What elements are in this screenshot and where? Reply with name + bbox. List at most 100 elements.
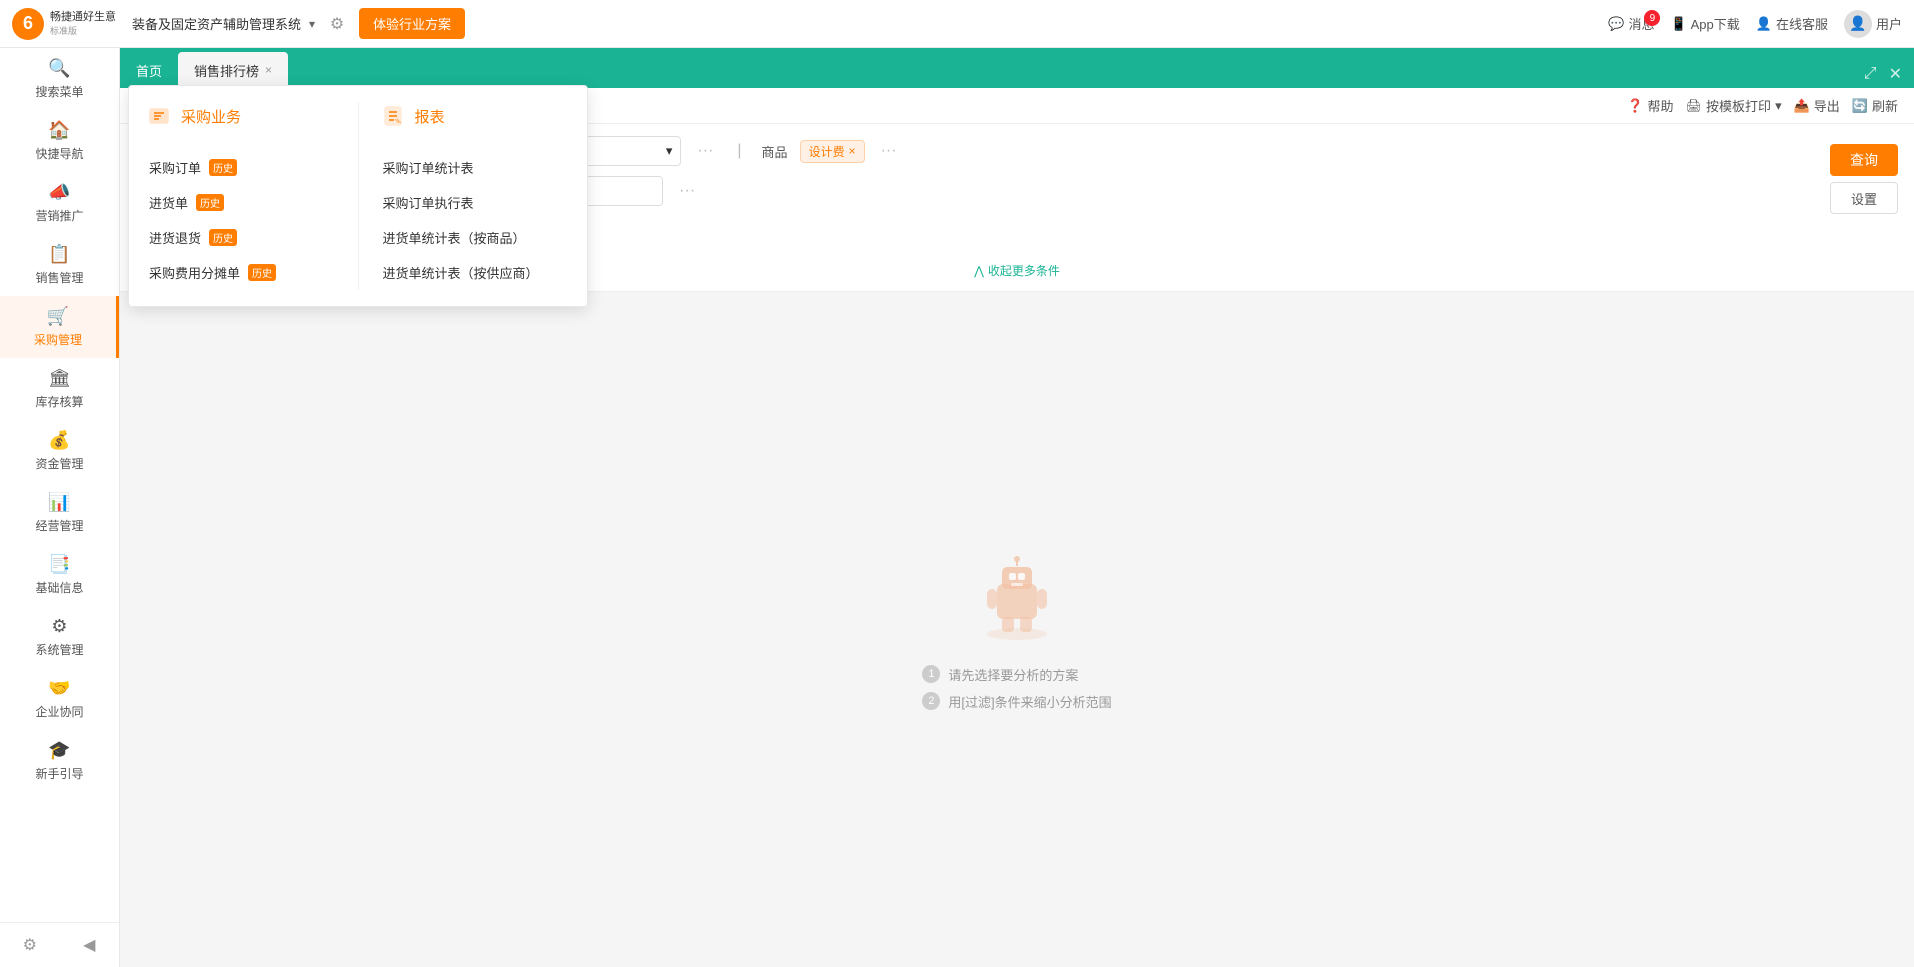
sidebar-item-operations[interactable]: 📊 经营管理 [0,482,119,544]
goods-tag: 设计费 × [800,140,865,163]
tip2-num: 2 [922,692,940,710]
sidebar: 🔍 搜索菜单 🏠 快捷导航 📣 营销推广 📋 销售管理 🛒 采购管理 🏛 库存核… [0,48,120,967]
sidebar-item-finance[interactable]: 💰 资金管理 [0,420,119,482]
salesman-dots[interactable]: ··· [675,182,699,200]
industry-btn[interactable]: 体验行业方案 [359,8,465,39]
header-middle: 装备及固定资产辅助管理系统 ▾ ⚙ 体验行业方案 [132,8,1608,39]
help-icon: ❓ [1627,98,1643,114]
system-title: 装备及固定资产辅助管理系统 [132,14,301,33]
settings-btn[interactable]: 设置 [1830,182,1898,214]
query-area: 查询 设置 [1830,144,1898,214]
dropdown-item-purchase-exec[interactable]: 采购订单执行表 [379,185,572,220]
search-icon: 🔍 [48,58,70,79]
tab-bar: 首页 销售排行榜 × ⤢ ✕ [120,48,1914,88]
tab-controls: ⤢ ✕ [1852,60,1914,88]
sidebar-item-purchase[interactable]: 🛒 采购管理 [0,296,119,358]
dropdown-item-stock-in-by-goods[interactable]: 进货单统计表（按商品） [379,220,572,255]
system-icon: ⚙ [51,616,67,637]
history-badge-1: 历史 [196,194,224,211]
purchase-col-header: 采购业务 [145,102,338,138]
refresh-icon: 🔄 [1852,98,1868,114]
dropdown-item-stock-in-by-supplier[interactable]: 进货单统计表（按供应商） [379,255,572,290]
home-icon: 🏠 [48,120,70,141]
logo-name: 畅捷通好生意 [50,10,116,24]
status-dots[interactable]: ··· [693,142,717,160]
history-badge-3: 历史 [248,264,276,281]
report-col: 报表 采购订单统计表 采购订单执行表 进货单统计表（按商品） 进货单统计表（按供… [379,102,572,290]
tip1-text: 请先选择要分析的方案 [948,665,1078,684]
empty-tip-2: 2 用[过滤]条件来缩小分析范围 [922,692,1111,711]
tab-maximize-btn[interactable]: ⤢ [1860,61,1881,87]
menu-separator [358,102,359,290]
dropdown-item-cost-alloc[interactable]: 采购费用分摊单 历史 [145,255,338,290]
sidebar-item-marketing[interactable]: 📣 营销推广 [0,172,119,234]
messages-btn[interactable]: 💬 9 消息 [1608,14,1654,33]
user-area[interactable]: 👤 用户 [1844,10,1902,38]
collapse-btn[interactable]: ⋀ 收起更多条件 [974,262,1060,279]
goods-tag-close-btn[interactable]: × [849,144,856,158]
enterprise-icon: 🤝 [48,678,70,699]
sidebar-item-sales[interactable]: 📋 销售管理 [0,234,119,296]
phone-icon: 📱 [1670,16,1686,32]
sidebar-item-quick[interactable]: 🏠 快捷导航 [0,110,119,172]
empty-illustration [967,549,1067,649]
operations-icon: 📊 [48,492,70,513]
query-btn[interactable]: 查询 [1830,144,1898,176]
sales-icon: 📋 [48,244,70,265]
dropdown-item-stock-in[interactable]: 进货单 历史 [145,185,338,220]
empty-tips: 1 请先选择要分析的方案 2 用[过滤]条件来缩小分析范围 [922,665,1111,711]
sidebar-item-system[interactable]: ⚙ 系统管理 [0,606,119,668]
help-btn[interactable]: ❓ 帮助 [1627,96,1673,115]
export-icon: 📤 [1794,98,1810,114]
message-icon: 💬 [1608,16,1624,32]
print-btn[interactable]: 🖨 按模板打印 ▾ [1686,96,1782,115]
header-right: 💬 9 消息 📱 App下载 👤 在线客服 👤 用户 [1608,10,1902,38]
tip1-num: 1 [922,665,940,683]
goods-dots[interactable]: ··· [877,142,901,160]
basic-icon: 📑 [48,554,70,575]
avatar: 👤 [1844,10,1872,38]
tab-sales-rank[interactable]: 销售排行榜 × [178,52,288,88]
logo-version: 标准版 [50,24,116,37]
purchase-dropdown-menu: 采购业务 采购订单 历史 进货单 历史 进货退货 历史 采购费用分摊单 历史 [128,85,588,307]
tip2-text: 用[过滤]条件来缩小分析范围 [948,692,1111,711]
history-badge-2: 历史 [209,229,237,246]
dropdown-item-purchase-stat[interactable]: 采购订单统计表 [379,150,572,185]
message-badge: 9 [1644,10,1660,26]
gear-icon[interactable]: ⚙ [323,10,351,38]
sidebar-item-guide[interactable]: 🎓 新手引导 [0,730,119,792]
marketing-icon: 📣 [48,182,70,203]
history-badge-0: 历史 [209,159,237,176]
report-col-header: 报表 [379,102,572,138]
dropdown-item-purchase-order[interactable]: 采购订单 历史 [145,150,338,185]
sidebar-item-enterprise[interactable]: 🤝 企业协同 [0,668,119,730]
online-service-btn[interactable]: 👤 在线客服 [1756,14,1828,33]
report-col-title: 报表 [415,106,445,127]
refresh-btn[interactable]: 🔄 刷新 [1852,96,1898,115]
purchase-col: 采购业务 采购订单 历史 进货单 历史 进货退货 历史 采购费用分摊单 历史 [145,102,338,290]
guide-icon: 🎓 [48,740,70,761]
tab-close-btn[interactable]: × [265,63,272,77]
tab-home[interactable]: 首页 [120,52,178,88]
goods-label: 商品 [762,142,788,161]
logo-area: 6 畅捷通好生意 标准版 [12,8,132,40]
sidebar-collapse-btn[interactable]: ◀ [60,923,120,967]
sidebar-settings-btn[interactable]: ⚙ [0,923,60,967]
collapse-up-icon: ⋀ [974,264,984,278]
tab-close-all-btn[interactable]: ✕ [1885,60,1906,88]
sidebar-item-basic[interactable]: 📑 基础信息 [0,544,119,606]
dropdown-item-stock-return[interactable]: 进货退货 历史 [145,220,338,255]
report-col-icon [379,102,407,130]
empty-state: 1 请先选择要分析的方案 2 用[过滤]条件来缩小分析范围 [120,292,1914,967]
export-btn[interactable]: 📤 导出 [1794,96,1840,115]
inventory-icon: 🏛 [48,368,71,389]
empty-tip-1: 1 请先选择要分析的方案 [922,665,1111,684]
sidebar-item-search[interactable]: 🔍 搜索菜单 [0,48,119,110]
purchase-col-icon [145,102,173,130]
sidebar-item-inventory[interactable]: 🏛 库存核算 [0,358,119,420]
app-download-btn[interactable]: 📱 App下载 [1670,14,1739,33]
system-dropdown-btn[interactable]: ▾ [309,17,315,31]
logo-icon: 6 [12,8,44,40]
top-header: 6 畅捷通好生意 标准版 装备及固定资产辅助管理系统 ▾ ⚙ 体验行业方案 💬 … [0,0,1914,48]
print-icon: 🖨 [1686,98,1703,114]
